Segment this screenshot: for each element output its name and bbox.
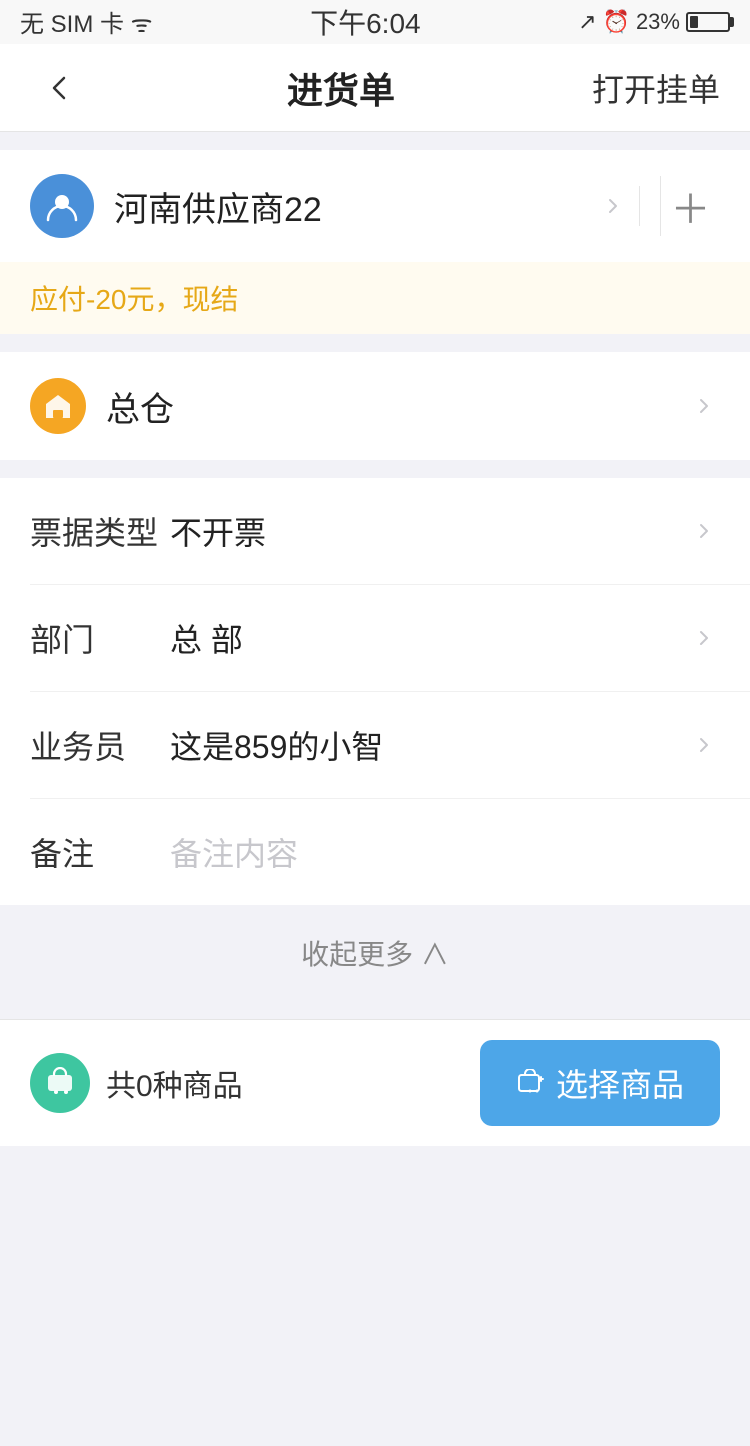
collapse-button[interactable]: 收起更多 ∧ <box>0 905 750 1001</box>
salesman-label: 业务员 <box>30 722 170 768</box>
section-gap-2 <box>0 334 750 352</box>
warehouse-row[interactable]: 总仓 <box>0 352 750 460</box>
supplier-chevron-icon[interactable] <box>597 190 629 222</box>
warehouse-section: 总仓 <box>0 352 750 460</box>
supplier-row: 河南供应商22 ＋ <box>0 150 750 262</box>
supplier-avatar <box>30 174 94 238</box>
supplier-section: 河南供应商22 ＋ 应付-20元，现结 <box>0 150 750 334</box>
invoice-chevron-icon <box>688 515 720 547</box>
location-icon: ↗ <box>578 9 596 35</box>
section-gap-1 <box>0 132 750 150</box>
invoice-value: 不开票 <box>170 508 688 554</box>
dept-value: 总 部 <box>170 615 688 661</box>
warehouse-icon <box>30 378 86 434</box>
select-goods-button[interactable]: 选择商品 <box>480 1040 720 1126</box>
vertical-divider <box>639 186 640 226</box>
supplier-name[interactable]: 河南供应商22 <box>114 182 597 231</box>
status-time: 下午6:04 <box>310 2 421 42</box>
remark-input[interactable]: 备注内容 <box>170 829 720 875</box>
collapse-label: 收起更多 ∧ <box>301 933 449 973</box>
form-section: 票据类型 不开票 部门 总 部 业务员 这是859的小智 备注 备注内容 <box>0 478 750 905</box>
open-pending-button[interactable]: 打开挂单 <box>592 65 720 111</box>
section-gap-3 <box>0 460 750 478</box>
sim-label: 无 SIM 卡 ᯤ <box>20 4 153 40</box>
invoice-row[interactable]: 票据类型 不开票 <box>0 478 750 584</box>
select-goods-label: 选择商品 <box>556 1060 684 1106</box>
invoice-label: 票据类型 <box>30 508 170 554</box>
salesman-value: 这是859的小智 <box>170 722 688 768</box>
remark-label: 备注 <box>30 829 170 875</box>
battery-icon <box>686 12 730 32</box>
battery-fill <box>690 16 698 28</box>
bottom-bar: 共0种商品 选择商品 <box>0 1019 750 1146</box>
notice-banner: 应付-20元，现结 <box>0 262 750 334</box>
remark-row: 备注 备注内容 <box>0 799 750 905</box>
background-fill <box>0 1146 750 1446</box>
page-title: 进货单 <box>287 62 395 114</box>
goods-count-text: 共0种商品 <box>106 1061 243 1105</box>
nav-bar: 进货单 打开挂单 <box>0 44 750 132</box>
status-bar: 无 SIM 卡 ᯤ 下午6:04 ↗ ⏰ 23% <box>0 0 750 44</box>
battery-percent: 23% <box>636 9 680 35</box>
back-button[interactable] <box>30 58 90 118</box>
alarm-icon: ⏰ <box>603 9 630 35</box>
dept-row[interactable]: 部门 总 部 <box>0 585 750 691</box>
dept-chevron-icon <box>688 622 720 654</box>
salesman-row[interactable]: 业务员 这是859的小智 <box>0 692 750 798</box>
salesman-chevron-icon <box>688 729 720 761</box>
status-left: 无 SIM 卡 ᯤ <box>20 4 153 40</box>
goods-count-area: 共0种商品 <box>30 1053 243 1113</box>
warehouse-name: 总仓 <box>106 382 688 431</box>
warehouse-chevron-icon <box>688 390 720 422</box>
dept-label: 部门 <box>30 615 170 661</box>
add-supplier-button[interactable]: ＋ <box>660 176 720 236</box>
section-gap-4 <box>0 1001 750 1019</box>
goods-cart-icon <box>30 1053 90 1113</box>
status-right: ↗ ⏰ 23% <box>578 9 730 35</box>
